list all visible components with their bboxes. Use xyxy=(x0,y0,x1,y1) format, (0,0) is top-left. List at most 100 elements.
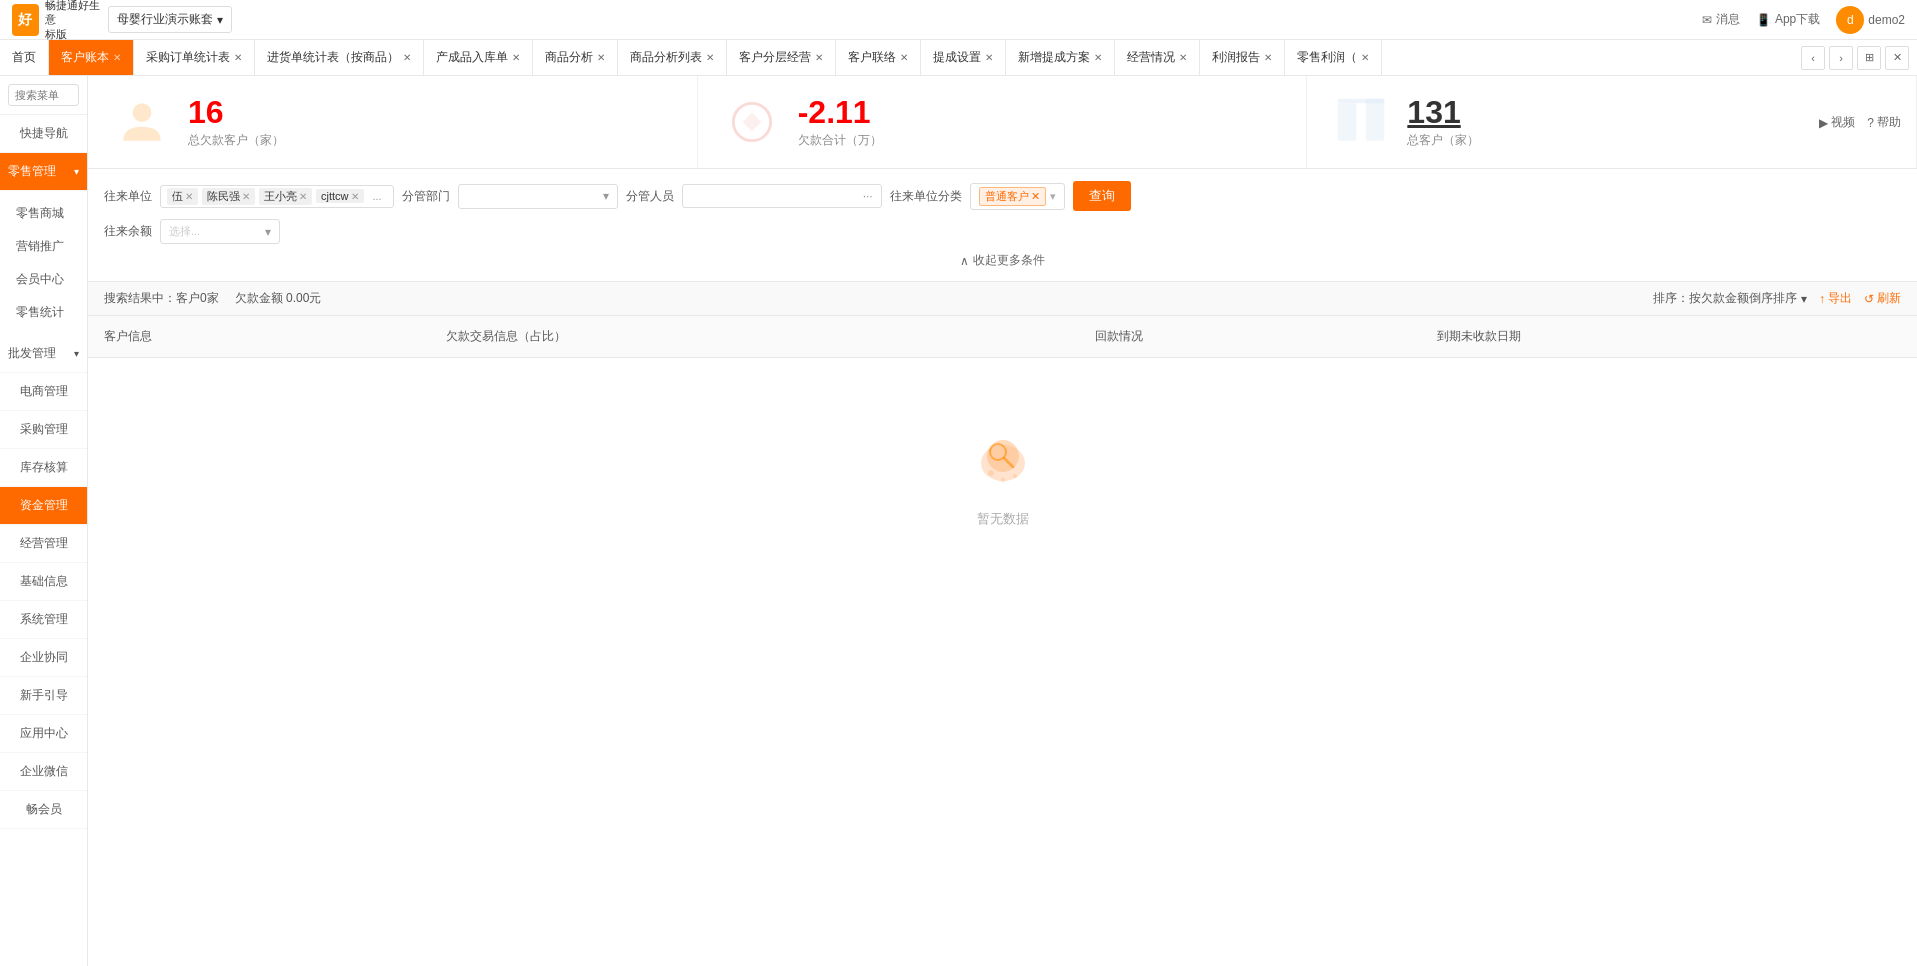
close-icon[interactable]: ✕ xyxy=(403,52,411,63)
message-icon: ✉ xyxy=(1702,13,1712,27)
close-icon[interactable]: ✕ xyxy=(299,191,307,202)
close-icon[interactable]: ✕ xyxy=(512,52,520,63)
filter-tag-more[interactable]: ... xyxy=(368,189,387,203)
sidebar-item-operations[interactable]: 经营管理 xyxy=(0,525,87,563)
stat-label-customers: 总欠款客户（家） xyxy=(188,132,284,149)
close-icon[interactable]: ✕ xyxy=(185,191,193,202)
filter-person-input[interactable]: ··· xyxy=(682,184,882,208)
tab-add-commission[interactable]: 新增提成方案 ✕ xyxy=(1006,40,1115,75)
user-avatar[interactable]: d demo2 xyxy=(1836,6,1905,34)
filter-dept-select[interactable]: ▾ xyxy=(458,184,618,209)
query-button[interactable]: 查询 xyxy=(1073,181,1131,211)
sidebar-item-enterprise-wechat[interactable]: 企业微信 xyxy=(0,753,87,791)
search-input[interactable] xyxy=(8,84,79,106)
result-summary-right: 排序：按欠款金额倒序排序 ▾ ↑ 导出 ↺ 刷新 xyxy=(1653,290,1901,307)
close-icon[interactable]: ✕ xyxy=(234,52,242,63)
tab-product-analysis[interactable]: 商品分析 ✕ xyxy=(533,40,618,75)
empty-text: 暂无数据 xyxy=(977,510,1029,528)
tab-purchase-order[interactable]: 采购订单统计表 ✕ xyxy=(134,40,255,75)
export-button[interactable]: ↑ 导出 xyxy=(1819,290,1852,307)
refresh-button[interactable]: ↺ 刷新 xyxy=(1864,290,1901,307)
empty-state: 暂无数据 xyxy=(88,358,1917,588)
close-icon[interactable]: ✕ xyxy=(242,191,250,202)
sidebar-item-wholesale[interactable]: 批发管理 ▾ xyxy=(0,335,87,373)
sidebar-item-changhui[interactable]: 畅会员 xyxy=(0,791,87,829)
col-header-arrears: 欠款交易信息（占比） xyxy=(430,316,1080,358)
stat-number-arrears: -2.11 xyxy=(798,96,882,128)
close-icon[interactable]: ✕ xyxy=(985,52,993,63)
chevron-down-icon: ▾ xyxy=(1801,292,1807,306)
message-btn[interactable]: ✉ 消息 xyxy=(1702,11,1740,28)
svg-point-9 xyxy=(988,470,994,476)
empty-icon xyxy=(963,418,1043,498)
stat-block-customers: 16 总欠款客户（家） xyxy=(88,76,698,168)
filter-tag-cjttcw: cjttcw ✕ xyxy=(316,189,364,203)
tab-customer-tier[interactable]: 客户分层经营 ✕ xyxy=(727,40,836,75)
filter-category-select[interactable]: 普通客户 ✕ ▾ xyxy=(970,183,1065,210)
tab-home[interactable]: 首页 xyxy=(0,40,49,75)
sidebar-item-inventory[interactable]: 库存核算 xyxy=(0,449,87,487)
app-download-btn[interactable]: 📱 App下载 xyxy=(1756,11,1820,28)
sidebar-item-marketing[interactable]: 营销推广 xyxy=(0,230,87,263)
tab-customer-contact[interactable]: 客户联络 ✕ xyxy=(836,40,921,75)
export-icon: ↑ xyxy=(1819,292,1825,306)
close-icon[interactable]: ✕ xyxy=(351,191,359,202)
filter-balance-select[interactable]: 选择... ▾ xyxy=(160,219,280,244)
svg-rect-2 xyxy=(1338,103,1357,140)
close-icon[interactable]: ✕ xyxy=(1179,52,1187,63)
collapse-row: ∧ 收起更多条件 xyxy=(104,252,1901,269)
filter-row-1: 往来单位 伍 ✕ 陈民强 ✕ 王小亮 ✕ cjttcw xyxy=(104,181,1901,211)
close-icon[interactable]: ✕ xyxy=(1264,52,1272,63)
nav-expand-btn[interactable]: ⊞ xyxy=(1857,46,1881,70)
close-icon[interactable]: ✕ xyxy=(1031,190,1040,203)
tab-customer-ledger[interactable]: 客户账本 ✕ xyxy=(49,40,134,75)
col-header-repayment: 回款情况 xyxy=(1079,316,1421,358)
top-bar: 好 畅捷通好生意 标版 母婴行业演示账套 ▾ ✉ 消息 📱 App下载 d de… xyxy=(0,0,1917,40)
tab-profit-report[interactable]: 利润报告 ✕ xyxy=(1200,40,1285,75)
stat-icon-customers xyxy=(112,92,172,152)
sidebar-item-purchase[interactable]: 采购管理 xyxy=(0,411,87,449)
tab-product-analysis-list[interactable]: 商品分析列表 ✕ xyxy=(618,40,727,75)
close-icon[interactable]: ✕ xyxy=(815,52,823,63)
svg-point-0 xyxy=(133,103,152,122)
refresh-icon: ↺ xyxy=(1864,292,1874,306)
sidebar-item-ecommerce[interactable]: 电商管理 xyxy=(0,373,87,411)
sidebar-item-retail-mgmt[interactable]: 零售管理 ▾ xyxy=(0,153,87,191)
close-icon[interactable]: ✕ xyxy=(597,52,605,63)
filter-label-unit: 往来单位 xyxy=(104,188,152,205)
sidebar-item-system[interactable]: 系统管理 xyxy=(0,601,87,639)
tab-product-inbound[interactable]: 产成品入库单 ✕ xyxy=(424,40,533,75)
sidebar-item-member-center[interactable]: 会员中心 xyxy=(0,263,87,296)
sidebar-item-retail-mall[interactable]: 零售商城 xyxy=(0,197,87,230)
data-table: 客户信息 欠款交易信息（占比） 回款情况 到期未收款日期 xyxy=(88,316,1917,588)
close-icon[interactable]: ✕ xyxy=(1361,52,1369,63)
sidebar: 快捷导航 零售管理 ▾ 零售商城 营销推广 会员中心 零售统计 批发管理 ▾ 电… xyxy=(0,76,88,966)
close-icon[interactable]: ✕ xyxy=(1094,52,1102,63)
nav-close-all-btn[interactable]: ✕ xyxy=(1885,46,1909,70)
svg-rect-3 xyxy=(1366,99,1385,141)
nav-next-btn[interactable]: › xyxy=(1829,46,1853,70)
collapse-button[interactable]: ∧ 收起更多条件 xyxy=(960,252,1045,269)
filter-label-category: 往来单位分类 xyxy=(890,188,962,205)
sidebar-item-finance[interactable]: 资金管理 xyxy=(0,487,87,525)
download-icon: 📱 xyxy=(1756,13,1771,27)
help-btn[interactable]: ? 帮助 xyxy=(1867,114,1901,131)
close-icon[interactable]: ✕ xyxy=(706,52,714,63)
stat-values-customers: 16 总欠款客户（家） xyxy=(188,96,284,149)
nav-prev-btn[interactable]: ‹ xyxy=(1801,46,1825,70)
video-btn[interactable]: ▶ 视频 xyxy=(1819,114,1855,131)
sidebar-item-basic-info[interactable]: 基础信息 xyxy=(0,563,87,601)
tab-business-status[interactable]: 经营情况 ✕ xyxy=(1115,40,1200,75)
close-icon[interactable]: ✕ xyxy=(113,52,121,63)
tab-commission-settings[interactable]: 提成设置 ✕ xyxy=(921,40,1006,75)
sidebar-item-retail-stats[interactable]: 零售统计 xyxy=(0,296,87,329)
tab-goods-stats[interactable]: 进货单统计表（按商品） ✕ xyxy=(255,40,424,75)
company-selector[interactable]: 母婴行业演示账套 ▾ xyxy=(108,6,232,33)
sidebar-item-quick-nav[interactable]: 快捷导航 xyxy=(0,115,87,153)
sidebar-item-enterprise-collab[interactable]: 企业协同 xyxy=(0,639,87,677)
close-icon[interactable]: ✕ xyxy=(900,52,908,63)
tab-retail-profit[interactable]: 零售利润（ ✕ xyxy=(1285,40,1382,75)
sidebar-item-newbie[interactable]: 新手引导 xyxy=(0,677,87,715)
sort-select[interactable]: 排序：按欠款金额倒序排序 ▾ xyxy=(1653,290,1807,307)
sidebar-item-app-center[interactable]: 应用中心 xyxy=(0,715,87,753)
